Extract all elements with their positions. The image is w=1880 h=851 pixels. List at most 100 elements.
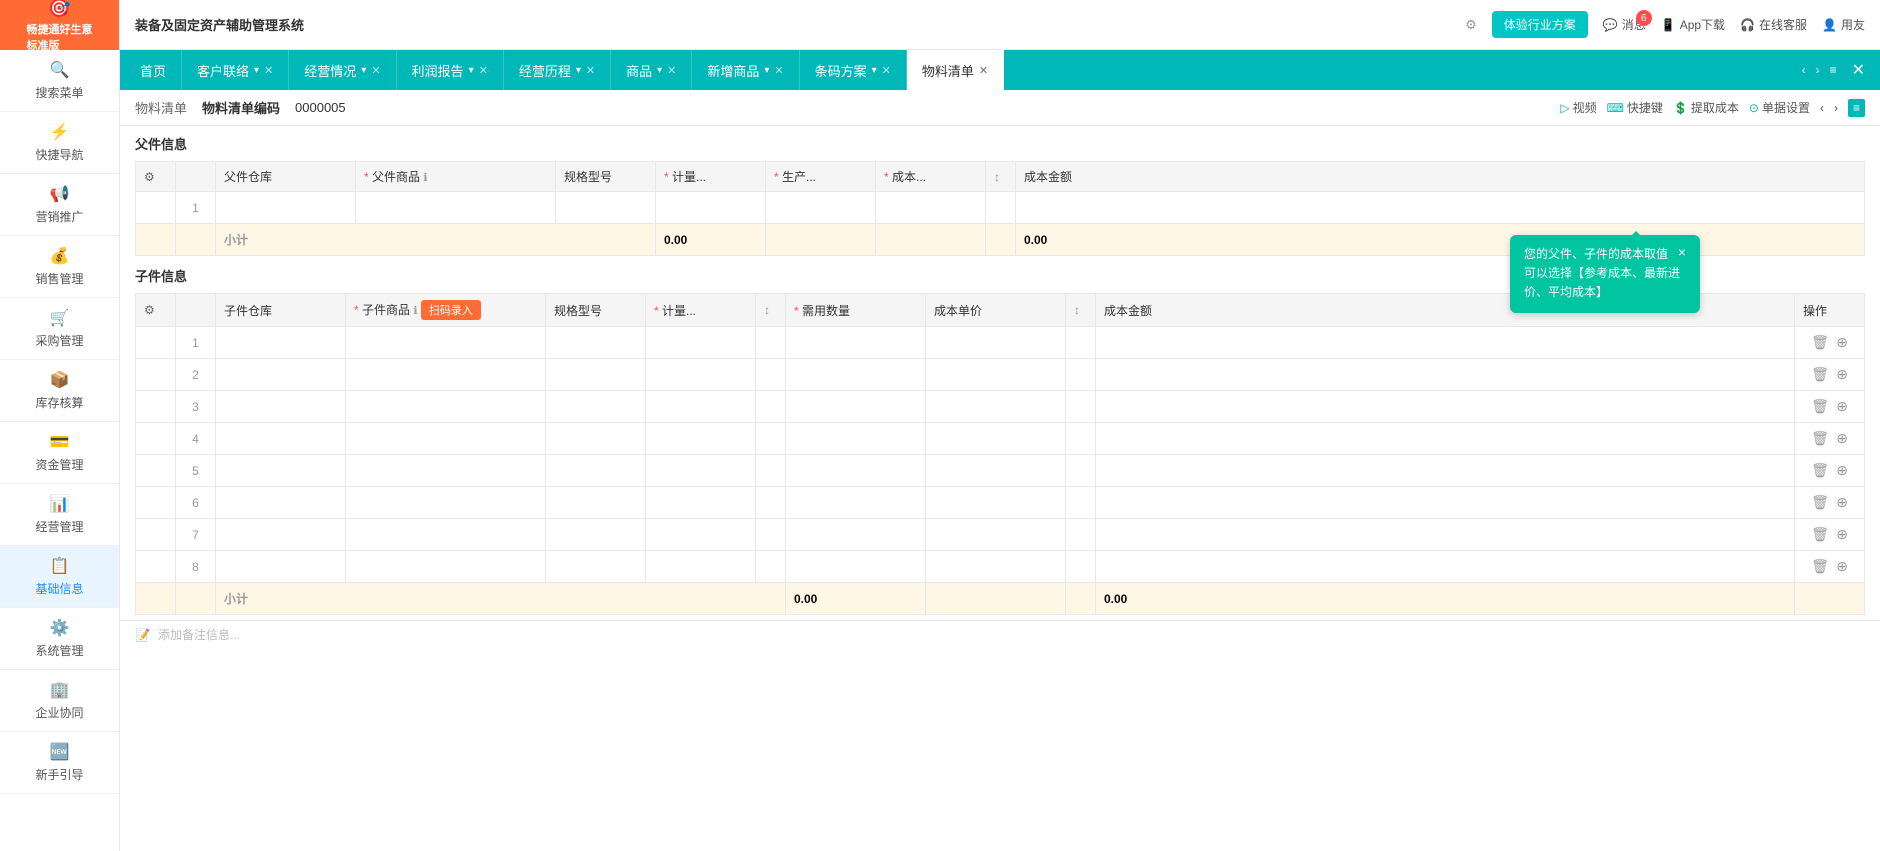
child-spec-cell[interactable]: [546, 327, 646, 359]
toolbar-arrow-left[interactable]: ‹: [1820, 101, 1824, 115]
parent-col-settings[interactable]: ⚙: [136, 162, 176, 192]
shortcut-button[interactable]: ⌨ 快捷键: [1607, 99, 1663, 116]
child-warehouse-cell[interactable]: [216, 519, 346, 551]
tab-operation-status[interactable]: 经营情况 ▾ ✕: [289, 50, 396, 90]
child-unit-cost-cell[interactable]: [926, 423, 1066, 455]
child-quantity-cell[interactable]: [646, 455, 756, 487]
tab-close-icon[interactable]: ✕: [479, 64, 488, 77]
child-warehouse-cell[interactable]: [216, 359, 346, 391]
child-spec-cell[interactable]: [546, 487, 646, 519]
child-product-cell[interactable]: [346, 551, 546, 583]
child-warehouse-cell[interactable]: [216, 551, 346, 583]
child-quantity-cell[interactable]: [646, 359, 756, 391]
note-placeholder[interactable]: 添加备注信息...: [158, 626, 240, 643]
tab-close-icon[interactable]: ✕: [979, 64, 988, 77]
copy-icon[interactable]: ⊕: [1836, 366, 1848, 382]
child-col-settings[interactable]: ⚙: [136, 294, 176, 327]
child-needed-qty-cell[interactable]: [786, 327, 926, 359]
delete-icon[interactable]: 🗑: [1811, 558, 1829, 574]
settings-gear-icon[interactable]: ⚙: [144, 170, 155, 184]
child-product-cell[interactable]: [346, 359, 546, 391]
parent-spec-cell[interactable]: [556, 192, 656, 224]
child-product-cell[interactable]: [346, 327, 546, 359]
tab-close-icon[interactable]: ✕: [882, 64, 891, 77]
child-needed-qty-cell[interactable]: [786, 423, 926, 455]
parent-quantity-cell[interactable]: [656, 192, 766, 224]
product-info-icon[interactable]: ℹ: [423, 172, 427, 184]
sidebar-item-enterprise[interactable]: 🏢 企业协同: [0, 670, 119, 732]
online-service-button[interactable]: 🎧 在线客服: [1740, 16, 1807, 33]
child-quantity-cell[interactable]: [646, 519, 756, 551]
child-unit-cost-cell[interactable]: [926, 551, 1066, 583]
delete-icon[interactable]: 🗑: [1811, 494, 1829, 510]
child-quantity-cell[interactable]: [646, 391, 756, 423]
child-spec-cell[interactable]: [546, 551, 646, 583]
child-unit-cost-cell[interactable]: [926, 487, 1066, 519]
copy-icon[interactable]: ⊕: [1836, 334, 1848, 350]
delete-icon[interactable]: 🗑: [1811, 334, 1829, 350]
sidebar-item-operation[interactable]: 📊 经营管理: [0, 484, 119, 546]
tab-close-icon[interactable]: ✕: [667, 64, 676, 77]
toolbar-arrow-right[interactable]: ›: [1834, 101, 1838, 115]
child-quantity-cell[interactable]: [646, 487, 756, 519]
sidebar-item-system[interactable]: ⚙️ 系统管理: [0, 608, 119, 670]
child-quantity-cell[interactable]: [646, 551, 756, 583]
delete-icon[interactable]: 🗑: [1811, 398, 1829, 414]
child-amount-cell[interactable]: [1096, 487, 1795, 519]
nav-close-icon[interactable]: ✕: [1842, 60, 1875, 80]
tab-product[interactable]: 商品 ▾ ✕: [611, 50, 692, 90]
tab-customer[interactable]: 客户联络 ▾ ✕: [182, 50, 289, 90]
child-needed-qty-cell[interactable]: [786, 455, 926, 487]
tab-prev-icon[interactable]: ‹: [1797, 61, 1811, 79]
tab-add-product[interactable]: 新增商品 ▾ ✕: [692, 50, 799, 90]
child-product-info-icon[interactable]: ℹ: [413, 305, 417, 317]
child-product-cell[interactable]: [346, 423, 546, 455]
child-spec-cell[interactable]: [546, 391, 646, 423]
child-needed-qty-cell[interactable]: [786, 551, 926, 583]
trial-button[interactable]: 体验行业方案: [1492, 11, 1588, 38]
child-product-cell[interactable]: [346, 519, 546, 551]
child-spec-cell[interactable]: [546, 359, 646, 391]
sidebar-item-inventory[interactable]: 📦 库存核算: [0, 360, 119, 422]
child-product-cell[interactable]: [346, 455, 546, 487]
single-setting-button[interactable]: ⊙ 单据设置: [1749, 99, 1810, 116]
sidebar-item-purchase[interactable]: 🛒 采购管理: [0, 298, 119, 360]
settings-icon[interactable]: ⚙: [1465, 17, 1477, 33]
child-spec-cell[interactable]: [546, 423, 646, 455]
tab-next-icon[interactable]: ›: [1811, 61, 1825, 79]
child-unit-cost-cell[interactable]: [926, 391, 1066, 423]
child-amount-cell[interactable]: [1096, 519, 1795, 551]
tooltip-close-button[interactable]: ×: [1678, 245, 1686, 259]
copy-icon[interactable]: ⊕: [1836, 526, 1848, 542]
app-download-button[interactable]: 📱 App下载: [1661, 16, 1725, 33]
tab-close-icon[interactable]: ✕: [264, 64, 273, 77]
child-warehouse-cell[interactable]: [216, 391, 346, 423]
delete-icon[interactable]: 🗑: [1811, 366, 1829, 382]
child-warehouse-cell[interactable]: [216, 487, 346, 519]
child-warehouse-cell[interactable]: [216, 327, 346, 359]
sidebar-item-basic-info[interactable]: 📋 基础信息: [0, 546, 119, 608]
sidebar-item-guide[interactable]: 🆕 新手引导: [0, 732, 119, 794]
tab-home[interactable]: 首页: [125, 50, 182, 90]
child-needed-qty-cell[interactable]: [786, 391, 926, 423]
child-amount-cell[interactable]: [1096, 551, 1795, 583]
child-amount-cell[interactable]: [1096, 359, 1795, 391]
video-button[interactable]: ▷ 视频: [1560, 99, 1596, 116]
child-unit-cost-cell[interactable]: [926, 455, 1066, 487]
child-settings-gear-icon[interactable]: ⚙: [144, 303, 155, 317]
sidebar-item-search[interactable]: 🔍 搜索菜单: [0, 50, 119, 112]
child-spec-cell[interactable]: [546, 519, 646, 551]
parent-cost-cell[interactable]: [876, 192, 986, 224]
tab-operation-history[interactable]: 经营历程 ▾ ✕: [504, 50, 611, 90]
delete-icon[interactable]: 🗑: [1811, 430, 1829, 446]
parent-amount-cell[interactable]: [1016, 192, 1865, 224]
sidebar-item-marketing[interactable]: 📢 营销推广: [0, 174, 119, 236]
child-quantity-cell[interactable]: [646, 423, 756, 455]
tab-close-icon[interactable]: ✕: [371, 64, 380, 77]
child-product-cell[interactable]: [346, 391, 546, 423]
child-warehouse-cell[interactable]: [216, 423, 346, 455]
delete-icon[interactable]: 🗑: [1811, 462, 1829, 478]
child-amount-cell[interactable]: [1096, 423, 1795, 455]
tab-close-icon[interactable]: ✕: [586, 64, 595, 77]
copy-icon[interactable]: ⊕: [1836, 430, 1848, 446]
